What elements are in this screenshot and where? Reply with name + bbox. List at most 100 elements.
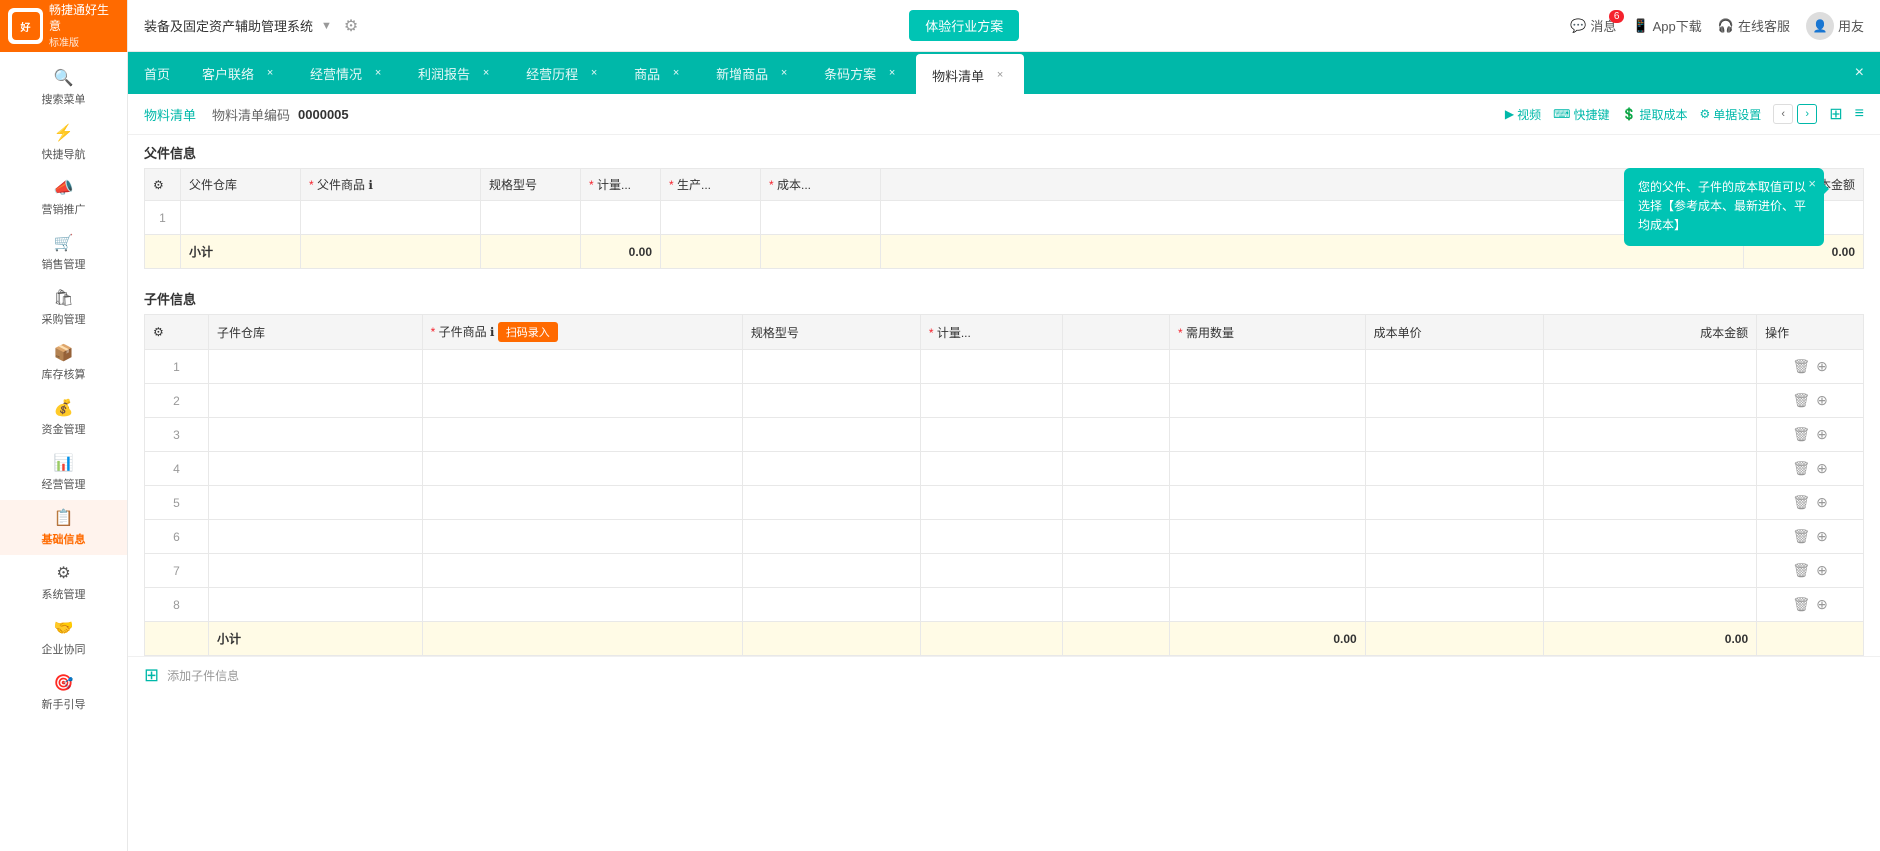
delete-icon[interactable]: 🗑	[1792, 494, 1810, 511]
child-unit-cell[interactable]	[920, 588, 1062, 622]
close-tab-icon[interactable]: ×	[262, 65, 278, 81]
child-warehouse-cell[interactable]	[209, 520, 423, 554]
child-cost-amount-cell[interactable]	[1543, 554, 1757, 588]
sidebar-item-guide[interactable]: 🎯 新手引导	[0, 665, 127, 720]
child-warehouse-cell[interactable]	[209, 350, 423, 384]
list-view-icon[interactable]: ≡	[1855, 105, 1864, 123]
system-dropdown-icon[interactable]: ▼	[321, 20, 332, 32]
sidebar-item-sales[interactable]: 🛒 销售管理	[0, 225, 127, 280]
child-product-cell[interactable]	[422, 588, 742, 622]
shortcut-action[interactable]: ⌨ 快捷键	[1553, 106, 1609, 123]
copy-icon[interactable]: ⊕	[1816, 494, 1828, 511]
child-product-cell[interactable]	[422, 486, 742, 520]
tab-history[interactable]: 经营历程 ×	[510, 52, 618, 94]
copy-icon[interactable]: ⊕	[1816, 358, 1828, 375]
child-cost-amount-cell[interactable]	[1543, 418, 1757, 452]
child-unit-cell[interactable]	[920, 486, 1062, 520]
child-cost-amount-cell[interactable]	[1543, 452, 1757, 486]
child-qty-cell[interactable]	[1169, 588, 1365, 622]
parent-unit-cell[interactable]	[581, 201, 661, 235]
child-product-cell[interactable]	[422, 384, 742, 418]
copy-icon[interactable]: ⊕	[1816, 596, 1828, 613]
child-unit-cell[interactable]	[920, 418, 1062, 452]
child-warehouse-cell[interactable]	[209, 588, 423, 622]
child-unit-price-cell[interactable]	[1365, 588, 1543, 622]
sidebar-item-quicknav[interactable]: ⚡ 快捷导航	[0, 115, 127, 170]
tab-bom[interactable]: 物料清单 ×	[916, 54, 1024, 94]
delete-icon[interactable]: 🗑	[1792, 358, 1810, 375]
copy-icon[interactable]: ⊕	[1816, 392, 1828, 409]
child-warehouse-cell[interactable]	[209, 452, 423, 486]
child-cost-amount-cell[interactable]	[1543, 520, 1757, 554]
tooltip-close-button[interactable]: ×	[1808, 174, 1816, 195]
child-cost-amount-cell[interactable]	[1543, 384, 1757, 418]
close-tab-icon[interactable]: ×	[586, 65, 602, 81]
sidebar-item-purchase[interactable]: 🛍 采购管理	[0, 280, 127, 335]
parent-product-cell[interactable]	[301, 201, 481, 235]
parent-spec-cell[interactable]	[481, 201, 581, 235]
close-tab-icon[interactable]: ×	[776, 65, 792, 81]
settings-action[interactable]: ⚙ 单据设置	[1699, 106, 1761, 123]
child-unit-price-cell[interactable]	[1365, 520, 1543, 554]
child-spec-cell[interactable]	[742, 554, 920, 588]
child-qty-cell[interactable]	[1169, 418, 1365, 452]
view-action[interactable]: ▶ 视频	[1505, 106, 1541, 123]
copy-icon[interactable]: ⊕	[1816, 562, 1828, 579]
child-qty-cell[interactable]	[1169, 486, 1365, 520]
close-tab-icon[interactable]: ×	[884, 65, 900, 81]
child-unit-price-cell[interactable]	[1365, 384, 1543, 418]
copy-icon[interactable]: ⊕	[1816, 528, 1828, 545]
delete-icon[interactable]: 🗑	[1792, 426, 1810, 443]
child-unit-cell[interactable]	[920, 520, 1062, 554]
child-product-cell[interactable]	[422, 520, 742, 554]
delete-icon[interactable]: 🗑	[1792, 596, 1810, 613]
parent-cost-cell[interactable]	[761, 201, 881, 235]
grid-view-icon[interactable]: ⊞	[1829, 104, 1842, 124]
next-arrow[interactable]: ›	[1797, 104, 1817, 124]
scan-input-button[interactable]: 扫码录入	[498, 322, 558, 342]
tab-new-goods[interactable]: 新增商品 ×	[700, 52, 808, 94]
child-spec-cell[interactable]	[742, 350, 920, 384]
sidebar-item-search[interactable]: 🔍 搜索菜单	[0, 60, 127, 115]
child-unit-cell[interactable]	[920, 384, 1062, 418]
copy-icon[interactable]: ⊕	[1816, 426, 1828, 443]
sidebar-item-cooperation[interactable]: 🤝 企业协同	[0, 610, 127, 665]
delete-icon[interactable]: 🗑	[1792, 562, 1810, 579]
child-qty-cell[interactable]	[1169, 452, 1365, 486]
child-unit-cell[interactable]	[920, 554, 1062, 588]
delete-icon[interactable]: 🗑	[1792, 460, 1810, 477]
delete-icon[interactable]: 🗑	[1792, 528, 1810, 545]
child-cost-amount-cell[interactable]	[1543, 350, 1757, 384]
child-qty-cell[interactable]	[1169, 554, 1365, 588]
message-item[interactable]: 💬 消息 6	[1570, 16, 1616, 35]
online-service-item[interactable]: 🎧 在线客服	[1718, 16, 1790, 35]
child-product-cell[interactable]	[422, 554, 742, 588]
child-unit-cell[interactable]	[920, 452, 1062, 486]
tab-profit[interactable]: 利润报告 ×	[402, 52, 510, 94]
breadcrumb[interactable]: 物料清单	[144, 105, 196, 124]
child-unit-cell[interactable]	[920, 350, 1062, 384]
user-item[interactable]: 👤 用友	[1806, 12, 1864, 40]
tab-operation[interactable]: 经营情况 ×	[294, 52, 402, 94]
sidebar-item-basic[interactable]: 📋 基础信息	[0, 500, 127, 555]
child-unit-price-cell[interactable]	[1365, 486, 1543, 520]
parent-warehouse-cell[interactable]	[181, 201, 301, 235]
close-tab-icon[interactable]: ×	[478, 65, 494, 81]
sidebar-item-finance[interactable]: 💰 资金管理	[0, 390, 127, 445]
tab-goods[interactable]: 商品 ×	[618, 52, 700, 94]
child-warehouse-cell[interactable]	[209, 418, 423, 452]
app-download-item[interactable]: 📱 App下载	[1632, 16, 1701, 35]
parent-production-cell[interactable]	[661, 201, 761, 235]
child-warehouse-cell[interactable]	[209, 554, 423, 588]
child-spec-cell[interactable]	[742, 486, 920, 520]
cost-action[interactable]: 💲 提取成本	[1622, 106, 1688, 123]
child-product-cell[interactable]	[422, 452, 742, 486]
child-spec-cell[interactable]	[742, 452, 920, 486]
child-unit-price-cell[interactable]	[1365, 452, 1543, 486]
prev-arrow[interactable]: ‹	[1773, 104, 1793, 124]
copy-icon[interactable]: ⊕	[1816, 460, 1828, 477]
close-tab-icon[interactable]: ×	[668, 65, 684, 81]
child-unit-price-cell[interactable]	[1365, 418, 1543, 452]
child-warehouse-cell[interactable]	[209, 486, 423, 520]
child-qty-cell[interactable]	[1169, 350, 1365, 384]
